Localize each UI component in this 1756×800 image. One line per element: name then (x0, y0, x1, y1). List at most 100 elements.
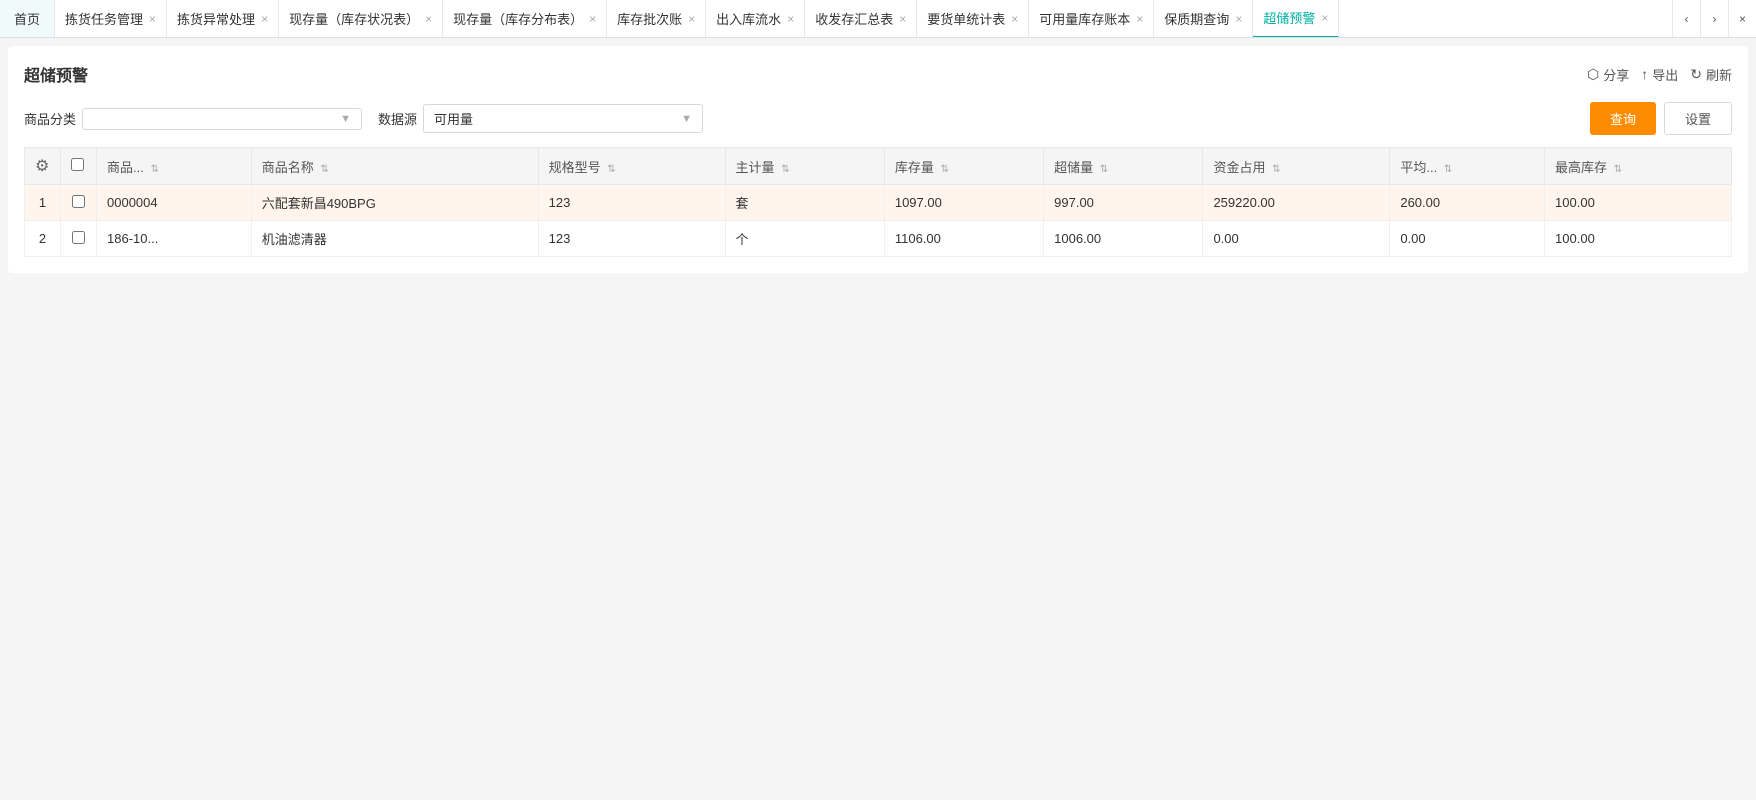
th-stock-sort-icon[interactable]: ⇅ (940, 164, 948, 175)
th-sku-label: 商品... (107, 160, 144, 175)
filter-category-arrow-icon: ▼ (340, 113, 351, 125)
nav-tab-3[interactable]: 现存量（库存状况表） × (279, 0, 443, 38)
nav-tab-11[interactable]: 超储预警 × (1253, 0, 1339, 38)
nav-tab-4-label: 现存量（库存分布表） (453, 9, 583, 28)
share-action[interactable]: ⬡ 分享 (1587, 65, 1629, 84)
row-checkbox[interactable] (72, 231, 85, 244)
nav-tab-6-label: 出入库流水 (716, 9, 781, 28)
nav-tab-6[interactable]: 出入库流水 × (706, 0, 805, 38)
export-action[interactable]: ↑ 导出 (1641, 65, 1678, 84)
th-unit-sort-icon[interactable]: ⇅ (781, 164, 789, 175)
th-max: 最高库存 ⇅ (1545, 148, 1732, 185)
select-all-checkbox[interactable] (71, 158, 84, 171)
nav-tab-3-label: 现存量（库存状况表） (289, 9, 419, 28)
nav-arrow-left[interactable]: ‹ (1672, 0, 1700, 38)
export-icon: ↑ (1641, 66, 1648, 82)
main-content: 超储预警 ⬡ 分享 ↑ 导出 ↻ 刷新 商品分类 ▼ 数据源 (8, 46, 1748, 273)
th-spec-label: 规格型号 (549, 160, 601, 175)
th-stock-label: 库存量 (895, 160, 934, 175)
th-overflow: 超储量 ⇅ (1044, 148, 1203, 185)
nav-tab-5[interactable]: 库存批次账 × (607, 0, 706, 38)
share-icon: ⬡ (1587, 66, 1599, 83)
nav-arrows: ‹ › × (1672, 0, 1756, 38)
filter-actions: 查询 设置 (1590, 102, 1732, 135)
row-name: 机油滤清器 (251, 221, 538, 257)
th-sku-sort-icon[interactable]: ⇅ (150, 164, 158, 175)
nav-tab-9-close[interactable]: × (1136, 12, 1143, 26)
nav-tab-2-close[interactable]: × (261, 12, 268, 26)
refresh-action[interactable]: ↻ 刷新 (1690, 65, 1732, 84)
share-label: 分享 (1603, 65, 1629, 84)
row-avg: 0.00 (1390, 221, 1545, 257)
gear-icon[interactable]: ⚙ (35, 158, 49, 175)
row-overflow: 997.00 (1044, 185, 1203, 221)
setting-button[interactable]: 设置 (1664, 102, 1732, 135)
nav-tab-3-close[interactable]: × (425, 12, 432, 26)
row-spec: 123 (538, 221, 725, 257)
page-title: 超储预警 (24, 62, 88, 86)
filter-category: 商品分类 ▼ (24, 108, 362, 130)
row-max: 100.00 (1545, 185, 1732, 221)
nav-tab-9-label: 可用量库存账本 (1039, 9, 1130, 28)
th-capital-sort-icon[interactable]: ⇅ (1272, 164, 1280, 175)
table-row: 1 0000004 六配套新昌490BPG 123 套 1097.00 997.… (25, 185, 1732, 221)
th-capital: 资金占用 ⇅ (1203, 148, 1390, 185)
row-num-cell: 2 (25, 221, 61, 257)
nav-home[interactable]: 首页 (0, 0, 55, 38)
title-actions: ⬡ 分享 ↑ 导出 ↻ 刷新 (1587, 65, 1732, 84)
export-label: 导出 (1652, 65, 1678, 84)
table-header-row: ⚙ 商品... ⇅ 商品名称 ⇅ 规格型号 ⇅ 主计量 (25, 148, 1732, 185)
th-avg-sort-icon[interactable]: ⇅ (1444, 164, 1452, 175)
nav-tab-5-label: 库存批次账 (617, 9, 682, 28)
th-unit-label: 主计量 (736, 160, 775, 175)
query-button[interactable]: 查询 (1590, 102, 1656, 135)
th-unit: 主计量 ⇅ (725, 148, 884, 185)
row-capital: 0.00 (1203, 221, 1390, 257)
th-avg-label: 平均... (1400, 160, 1437, 175)
th-max-sort-icon[interactable]: ⇅ (1614, 164, 1622, 175)
nav-tab-5-close[interactable]: × (688, 12, 695, 26)
nav-tab-2-label: 拣货异常处理 (177, 9, 255, 28)
nav-arrow-close-all[interactable]: × (1728, 0, 1756, 38)
row-sku: 186-10... (97, 221, 252, 257)
nav-tab-7-close[interactable]: × (899, 12, 906, 26)
nav-tab-2[interactable]: 拣货异常处理 × (167, 0, 279, 38)
row-overflow: 1006.00 (1044, 221, 1203, 257)
filter-datasource: 数据源 可用量 ▼ (378, 104, 703, 133)
row-capital: 259220.00 (1203, 185, 1390, 221)
nav-arrow-right[interactable]: › (1700, 0, 1728, 38)
th-overflow-sort-icon[interactable]: ⇅ (1100, 164, 1108, 175)
nav-tab-7[interactable]: 收发存汇总表 × (805, 0, 917, 38)
nav-tab-9[interactable]: 可用量库存账本 × (1029, 0, 1154, 38)
nav-tab-10[interactable]: 保质期查询 × (1154, 0, 1253, 38)
th-name-sort-icon[interactable]: ⇅ (320, 164, 328, 175)
nav-tab-6-close[interactable]: × (787, 12, 794, 26)
th-avg: 平均... ⇅ (1390, 148, 1545, 185)
filter-datasource-label: 数据源 (378, 109, 417, 128)
nav-tab-4[interactable]: 现存量（库存分布表） × (443, 0, 607, 38)
row-max: 100.00 (1545, 221, 1732, 257)
nav-tab-10-close[interactable]: × (1235, 12, 1242, 26)
nav-tab-8[interactable]: 要货单统计表 × (917, 0, 1029, 38)
nav-tab-1-label: 拣货任务管理 (65, 9, 143, 28)
nav-tab-1-close[interactable]: × (149, 12, 156, 26)
th-stock: 库存量 ⇅ (884, 148, 1043, 185)
th-name: 商品名称 ⇅ (251, 148, 538, 185)
nav-tab-4-close[interactable]: × (589, 12, 596, 26)
filter-category-select[interactable]: ▼ (82, 108, 362, 130)
nav-tab-7-label: 收发存汇总表 (815, 9, 893, 28)
filter-row: 商品分类 ▼ 数据源 可用量 ▼ 查询 设置 (24, 102, 1732, 135)
nav-tab-8-close[interactable]: × (1011, 12, 1018, 26)
nav-tab-10-label: 保质期查询 (1164, 9, 1229, 28)
row-avg: 260.00 (1390, 185, 1545, 221)
filter-datasource-select[interactable]: 可用量 ▼ (423, 104, 703, 133)
row-checkbox[interactable] (72, 195, 85, 208)
nav-tab-11-label: 超储预警 (1263, 8, 1315, 27)
nav-tab-1[interactable]: 拣货任务管理 × (55, 0, 167, 38)
th-spec-sort-icon[interactable]: ⇅ (607, 164, 615, 175)
row-stock: 1097.00 (884, 185, 1043, 221)
table-row: 2 186-10... 机油滤清器 123 个 1106.00 1006.00 … (25, 221, 1732, 257)
th-spec: 规格型号 ⇅ (538, 148, 725, 185)
row-unit: 套 (725, 185, 884, 221)
nav-tab-11-close[interactable]: × (1321, 11, 1328, 25)
